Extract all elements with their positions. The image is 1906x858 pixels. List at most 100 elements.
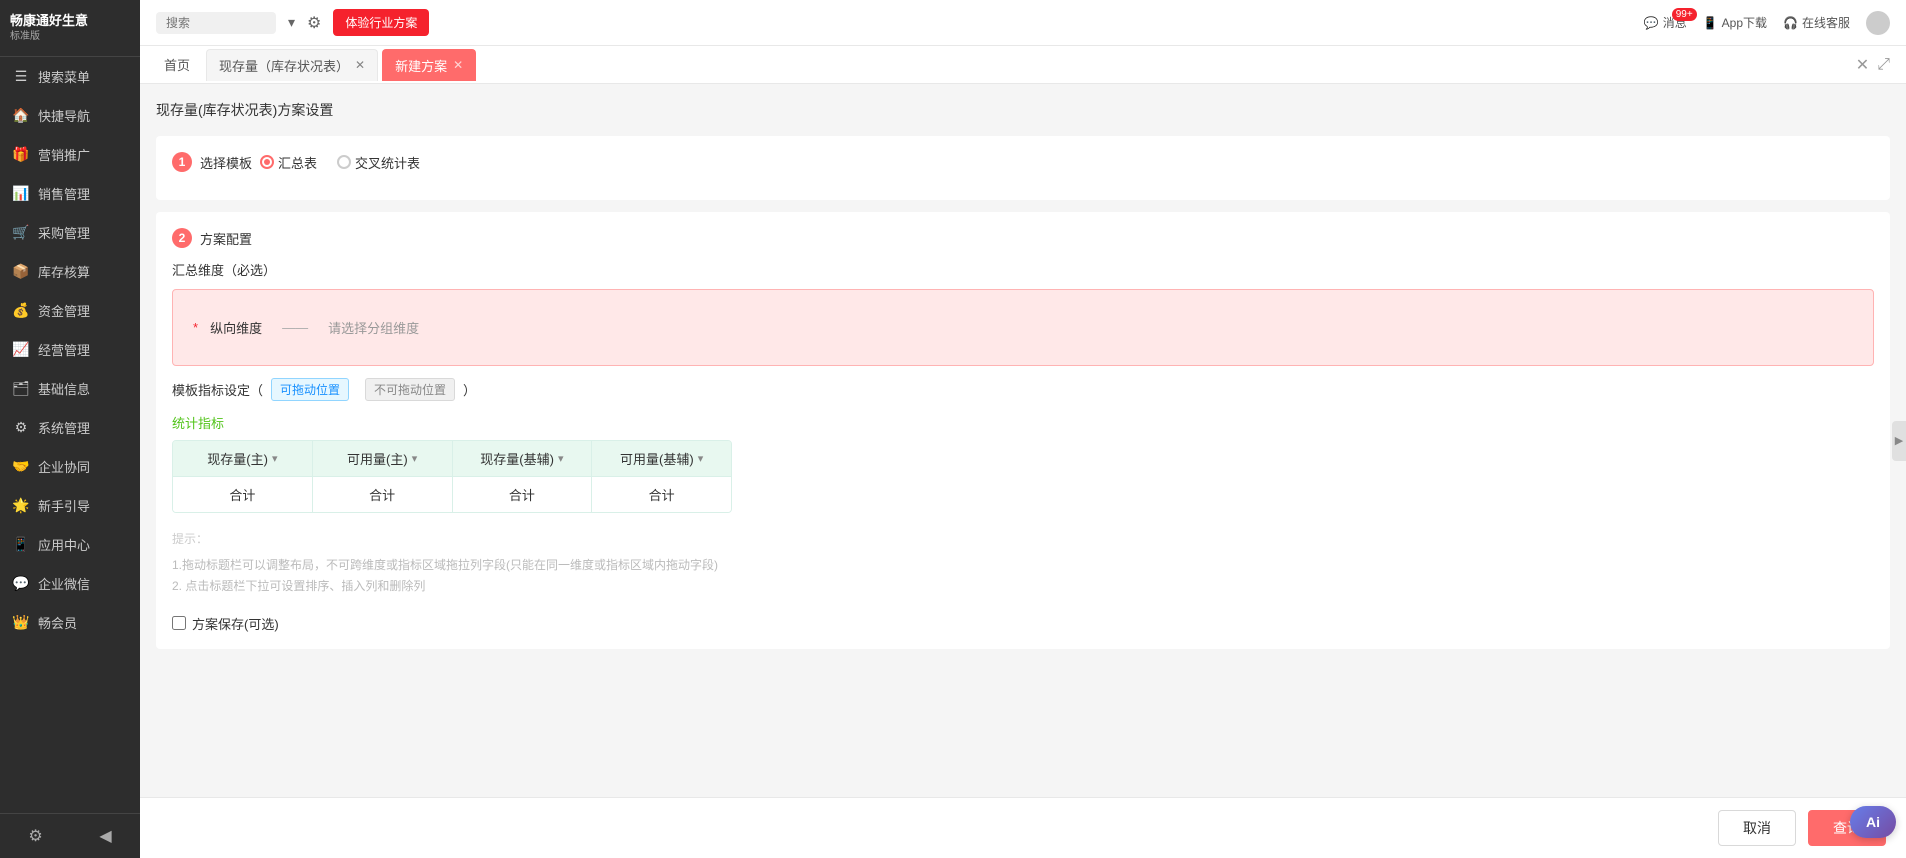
tab-new-scheme-close[interactable]: ✕: [453, 58, 463, 72]
sidebar-label-app-center: 应用中心: [38, 535, 90, 554]
app-logo: 畅康通好生意 标准版: [0, 0, 140, 57]
chevron-down-icon-3: ▾: [698, 452, 704, 465]
sidebar-label-sales: 销售管理: [38, 184, 90, 203]
stats-header-label-2: 现存量(基辅): [480, 449, 554, 468]
tips-title: 提示：: [172, 529, 1874, 551]
sidebar-item-search-menu[interactable]: ☰搜索菜单: [0, 57, 140, 96]
tip-line-2: 2. 点击标题栏下拉可设置排序、插入列和删除列: [172, 576, 1874, 598]
sidebar-item-quick-nav[interactable]: 🏠 快捷导航: [0, 96, 140, 135]
sidebar-label-system: 系统管理: [38, 418, 90, 437]
sidebar-item-member[interactable]: 👑畅会员: [0, 603, 140, 642]
stats-header-1[interactable]: 可用量(主)▾: [313, 441, 453, 477]
step1-header: 1 选择模板 汇总表 交叉统计表: [172, 152, 1874, 172]
sidebar-icon-operations: 📈: [12, 341, 30, 358]
stats-header-2[interactable]: 现存量(基辅) ▾: [453, 441, 593, 477]
expand-icon[interactable]: ⤢: [1877, 56, 1890, 74]
sidebar-menu: ☰搜索菜单 🏠 快捷导航 🎁营销推广📊销售管理🛒采购管理📦库存核算💰资金管理📈经营管理…: [0, 57, 140, 813]
required-mark: *: [193, 320, 198, 335]
chevron-down-icon-2: ▾: [558, 452, 564, 465]
messages-btn[interactable]: 💬 消息 99+: [1644, 14, 1687, 31]
sidebar-label-new-guide: 新手引导: [38, 496, 90, 515]
right-collapse-btn[interactable]: ▶: [1892, 421, 1906, 461]
settings-icon[interactable]: ⚙: [20, 822, 50, 850]
tip-line-1: 1.拖动标题栏可以调整布局，不可跨维度或指标区域拖拉列字段(只能在同一维度或指标…: [172, 555, 1874, 577]
sidebar-icon-purchase: 🛒: [12, 224, 30, 241]
sidebar-item-finance[interactable]: 💰资金管理: [0, 291, 140, 330]
dimension-box: * 纵向维度 —— 请选择分组维度: [172, 289, 1874, 366]
step2-num: 2: [172, 228, 192, 248]
vertical-dim-label: 纵向维度: [210, 318, 262, 337]
close-icon[interactable]: ✕: [1856, 55, 1869, 75]
step2-header: 2 方案配置: [172, 228, 1874, 248]
ai-button[interactable]: Ai: [1850, 806, 1896, 838]
download-icon: 📱: [1703, 16, 1718, 30]
gear-icon[interactable]: ⚙: [307, 13, 321, 33]
sidebar-label-quick-nav: 快捷导航: [38, 106, 90, 125]
sidebar-icon-basic-info: 🗂: [12, 380, 30, 397]
content-area: 现存量(库存状况表)方案设置 1 选择模板 汇总表 交叉统计表: [140, 84, 1906, 797]
sidebar-item-enterprise-wechat[interactable]: 💬 企业微信: [0, 564, 140, 603]
sidebar-item-new-guide[interactable]: 🌟新手引导: [0, 486, 140, 525]
stats-header-3[interactable]: 可用量(基辅)▾: [592, 441, 731, 477]
sidebar-item-sales[interactable]: 📊销售管理: [0, 174, 140, 213]
sidebar-icon-search-menu: ☰: [12, 68, 30, 85]
sidebar-item-marketing[interactable]: 🎁营销推广: [0, 135, 140, 174]
app-download-btn[interactable]: 📱 App下载: [1703, 14, 1767, 31]
indicator-settings-label: 模板指标设定（: [172, 380, 263, 399]
online-service-btn[interactable]: 🎧 在线客服: [1783, 14, 1850, 31]
step1-title: 选择模板: [200, 153, 252, 172]
bottom-bar: 取消 查询: [140, 797, 1906, 858]
sidebar-icon-quick-nav: 🏠: [12, 107, 30, 124]
search-input[interactable]: [156, 12, 276, 34]
collapse-icon[interactable]: ◀: [91, 822, 119, 850]
stats-cell-label-1: 合计: [369, 488, 395, 503]
dim-separator: ——: [282, 320, 308, 335]
sidebar-item-app-center[interactable]: 📱应用中心: [0, 525, 140, 564]
online-service-label: 在线客服: [1802, 14, 1850, 31]
sidebar-icon-inventory: 📦: [12, 263, 30, 280]
sidebar-item-system[interactable]: ⚙系统管理: [0, 408, 140, 447]
radio-summary[interactable]: 汇总表: [260, 153, 317, 172]
stats-header-0[interactable]: 现存量(主)▾: [173, 441, 313, 477]
dropdown-icon[interactable]: ▾: [288, 14, 295, 31]
sidebar-label-basic-info: 基础信息: [38, 379, 90, 398]
industry-btn[interactable]: 体验行业方案: [333, 9, 429, 36]
tab-home[interactable]: 首页: [156, 55, 198, 74]
stats-table-body: 合计合计合计合计: [173, 477, 731, 512]
sidebar-label-cooperation: 企业协同: [38, 457, 90, 476]
save-checkbox[interactable]: [172, 616, 186, 630]
page-title: 现存量(库存状况表)方案设置: [156, 100, 1890, 120]
stats-title: 统计指标: [172, 413, 1874, 432]
step2-title: 方案配置: [200, 229, 252, 248]
sidebar-item-basic-info[interactable]: 🗂 基础信息: [0, 369, 140, 408]
dimension-row: * 纵向维度 —— 请选择分组维度: [193, 318, 1853, 337]
dim-placeholder[interactable]: 请选择分组维度: [328, 318, 419, 337]
sidebar-label-enterprise-wechat: 企业微信: [38, 574, 90, 593]
sidebar-item-inventory[interactable]: 📦库存核算: [0, 252, 140, 291]
message-icon: 💬: [1644, 16, 1659, 30]
dimension-label: 汇总维度（必选）: [172, 260, 1874, 279]
topbar-right: 💬 消息 99+ 📱 App下载 🎧 在线客服: [1644, 11, 1890, 35]
radio-cross[interactable]: 交叉统计表: [337, 153, 420, 172]
tab-inventory-status[interactable]: 现存量（库存状况表） ✕: [206, 49, 378, 81]
sidebar-item-operations[interactable]: 📈经营管理: [0, 330, 140, 369]
tab-new-scheme[interactable]: 新建方案 ✕: [382, 49, 476, 81]
step2-section: 2 方案配置 汇总维度（必选） * 纵向维度 —— 请选择分组维度 模板指标设定…: [156, 212, 1890, 649]
radio-summary-label: 汇总表: [278, 153, 317, 172]
sidebar-item-purchase[interactable]: 🛒采购管理: [0, 213, 140, 252]
chevron-down-icon-1: ▾: [412, 452, 418, 465]
radio-cross-circle: [337, 155, 351, 169]
stats-cell-1: 合计: [313, 477, 453, 512]
topbar-left: ▾ ⚙ 体验行业方案: [156, 9, 429, 36]
tab-inventory-close[interactable]: ✕: [355, 58, 365, 72]
stats-cell-label-2: 合计: [509, 488, 535, 503]
sidebar-icon-member: 👑: [12, 614, 30, 631]
cancel-button[interactable]: 取消: [1718, 810, 1796, 846]
stats-table-header: 现存量(主)▾可用量(主)▾现存量(基辅)▾可用量(基辅)▾: [173, 441, 731, 477]
user-avatar[interactable]: [1866, 11, 1890, 35]
sidebar-icon-enterprise-wechat: 💬: [12, 575, 30, 592]
save-option-label: 方案保存(可选): [192, 614, 279, 633]
sidebar-item-cooperation[interactable]: 🤝企业协同: [0, 447, 140, 486]
non-draggable-badge: 不可拖动位置: [365, 378, 455, 401]
save-option: 方案保存(可选): [172, 614, 1874, 633]
